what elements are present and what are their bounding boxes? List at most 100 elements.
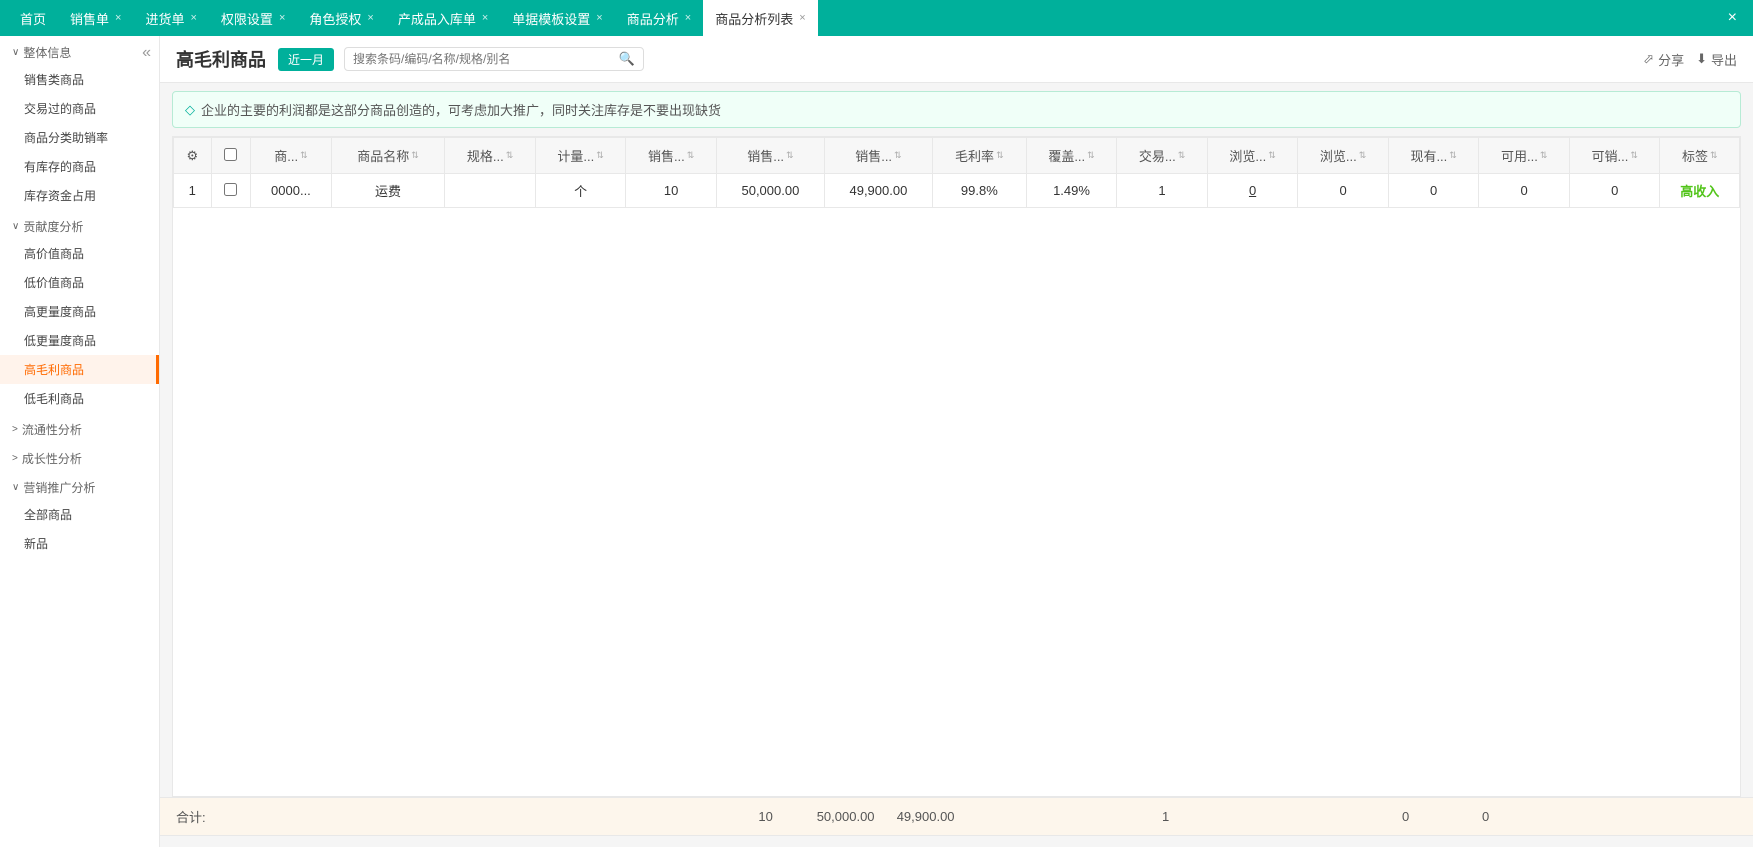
product-code: 0000...	[251, 174, 331, 208]
table-col-header-17[interactable]: 标签⇅	[1660, 138, 1740, 174]
col-label: 可销...	[1592, 146, 1629, 165]
col-label: 覆盖...	[1048, 146, 1085, 165]
sort-icon[interactable]: ⇅	[786, 150, 794, 161]
nav-item-角色授权[interactable]: 角色授权×	[297, 0, 385, 36]
col-label: 浏览...	[1229, 146, 1266, 165]
col-label: 销售...	[747, 146, 784, 165]
sidebar-group-贡献度分析[interactable]: ∨贡献度分析	[0, 210, 159, 239]
footer-cell-13	[1286, 809, 1366, 824]
sidebar-item-商品分类助销率[interactable]: 商品分类助销率	[0, 123, 159, 152]
footer-cell-16	[1526, 809, 1606, 824]
table-col-header-9[interactable]: 毛利率⇅	[932, 138, 1026, 174]
sidebar-collapse-button[interactable]: «	[142, 44, 151, 62]
sidebar-item-低毛利商品[interactable]: 低毛利商品	[0, 384, 159, 413]
sidebar-item-高价值商品[interactable]: 高价值商品	[0, 239, 159, 268]
search-input[interactable]	[353, 52, 619, 66]
sort-icon[interactable]: ⇅	[1268, 150, 1276, 161]
table-col-header-4[interactable]: 规格...⇅	[445, 138, 536, 174]
product-unit: 个	[535, 174, 626, 208]
row-checkbox-input[interactable]	[224, 183, 237, 196]
share-button[interactable]: ⬀ 分享	[1643, 50, 1684, 69]
table-col-header-16[interactable]: 可销...⇅	[1569, 138, 1660, 174]
table-col-header-8[interactable]: 销售...⇅	[824, 138, 932, 174]
nav-item-首页[interactable]: 首页	[8, 0, 58, 36]
table-col-header-12[interactable]: 浏览...⇅	[1207, 138, 1298, 174]
sidebar-item-低更量度商品[interactable]: 低更量度商品	[0, 326, 159, 355]
nav-item-销售单[interactable]: 销售单×	[58, 0, 133, 36]
sort-icon[interactable]: ⇅	[1540, 150, 1548, 161]
sidebar-item-库存资金占用[interactable]: 库存资金占用	[0, 181, 159, 210]
sort-icon[interactable]: ⇅	[1449, 150, 1457, 161]
col-label: 商品名称	[357, 146, 409, 165]
sort-icon[interactable]: ⇅	[687, 150, 695, 161]
nav-item-单据模板设置[interactable]: 单据模板设置×	[500, 0, 614, 36]
browse-link[interactable]: 0	[1249, 183, 1256, 198]
table-col-header-5[interactable]: 计量...⇅	[535, 138, 626, 174]
sidebar-item-高更量度商品[interactable]: 高更量度商品	[0, 297, 159, 326]
table-col-header-11[interactable]: 交易...⇅	[1117, 138, 1208, 174]
nav-close-icon[interactable]: ×	[799, 12, 805, 24]
footer-cell-4	[566, 809, 646, 824]
search-icon[interactable]: 🔍	[619, 51, 635, 67]
nav-close-icon[interactable]: ×	[367, 12, 373, 24]
horizontal-scrollbar[interactable]	[160, 835, 1753, 847]
sort-icon[interactable]: ⇅	[894, 150, 902, 161]
share-icon: ⬀	[1643, 51, 1654, 67]
saleable-stock: 0	[1569, 174, 1660, 208]
sort-icon[interactable]: ⇅	[300, 150, 308, 161]
sidebar-group-流通性分析[interactable]: >流通性分析	[0, 413, 159, 442]
table-col-header-15[interactable]: 可用...⇅	[1479, 138, 1570, 174]
sidebar-item-高毛利商品[interactable]: 高毛利商品	[0, 355, 159, 384]
export-button[interactable]: ⬇ 导出	[1696, 50, 1737, 69]
footer-summary: 合计: 1050,000.0049,900.00100	[160, 797, 1753, 835]
sidebar-item-新品[interactable]: 新品	[0, 529, 159, 558]
sidebar-group-成长性分析[interactable]: >成长性分析	[0, 442, 159, 471]
sort-icon[interactable]: ⇅	[1630, 150, 1638, 161]
table-col-header-14[interactable]: 现有...⇅	[1388, 138, 1479, 174]
table-col-header-10[interactable]: 覆盖...⇅	[1026, 138, 1117, 174]
footer-cell-12	[1206, 809, 1286, 824]
sidebar-item-低价值商品[interactable]: 低价值商品	[0, 268, 159, 297]
data-table-container: ⚙商...⇅商品名称⇅规格...⇅计量...⇅销售...⇅销售...⇅销售...…	[172, 136, 1741, 797]
sort-icon[interactable]: ⇅	[506, 150, 514, 161]
sort-icon[interactable]: ⇅	[1087, 150, 1095, 161]
sidebar-group-整体信息[interactable]: ∨整体信息	[0, 36, 159, 65]
nav-close-icon[interactable]: ×	[685, 12, 691, 24]
time-filter-button[interactable]: 近一月	[278, 48, 334, 71]
sort-icon[interactable]: ⇅	[411, 150, 419, 161]
table-col-header-3[interactable]: 商品名称⇅	[331, 138, 445, 174]
nav-item-产成品入库单[interactable]: 产成品入库单×	[386, 0, 500, 36]
settings-icon[interactable]: ⚙	[186, 148, 198, 163]
table-col-header-1[interactable]	[211, 138, 251, 174]
sort-icon[interactable]: ⇅	[596, 150, 604, 161]
nav-close-icon[interactable]: ×	[190, 12, 196, 24]
info-banner-text: 企业的主要的利润都是这部分商品创造的，可考虑加大推广，同时关注库存是不要出现缺货	[201, 100, 721, 119]
nav-close-icon[interactable]: ×	[115, 12, 121, 24]
table-col-header-7[interactable]: 销售...⇅	[716, 138, 824, 174]
sidebar-item-有库存的商品[interactable]: 有库存的商品	[0, 152, 159, 181]
table-col-header-0[interactable]: ⚙	[174, 138, 212, 174]
available-stock: 0	[1479, 174, 1570, 208]
sort-icon[interactable]: ⇅	[1359, 150, 1367, 161]
sort-icon[interactable]: ⇅	[996, 150, 1004, 161]
table-col-header-13[interactable]: 浏览...⇅	[1298, 138, 1389, 174]
window-close-button[interactable]: ×	[1720, 9, 1745, 27]
sidebar-group-营销推广分析[interactable]: ∨营销推广分析	[0, 471, 159, 500]
nav-close-icon[interactable]: ×	[279, 12, 285, 24]
sort-icon[interactable]: ⇅	[1710, 150, 1718, 161]
nav-close-icon[interactable]: ×	[482, 12, 488, 24]
sort-icon[interactable]: ⇅	[1178, 150, 1186, 161]
gross-margin-rate: 99.8%	[932, 174, 1026, 208]
nav-item-商品分析列表[interactable]: 商品分析列表×	[703, 0, 817, 36]
sidebar-item-销售类商品[interactable]: 销售类商品	[0, 65, 159, 94]
table-col-header-6[interactable]: 销售...⇅	[626, 138, 717, 174]
sidebar-item-全部商品[interactable]: 全部商品	[0, 500, 159, 529]
col-label: 规格...	[467, 146, 504, 165]
nav-close-icon[interactable]: ×	[596, 12, 602, 24]
nav-item-商品分析[interactable]: 商品分析×	[615, 0, 703, 36]
table-col-header-2[interactable]: 商...⇅	[251, 138, 331, 174]
select-all-checkbox[interactable]	[224, 148, 237, 161]
nav-item-进货单[interactable]: 进货单×	[133, 0, 208, 36]
sidebar-item-交易过的商品[interactable]: 交易过的商品	[0, 94, 159, 123]
nav-item-权限设置[interactable]: 权限设置×	[209, 0, 297, 36]
